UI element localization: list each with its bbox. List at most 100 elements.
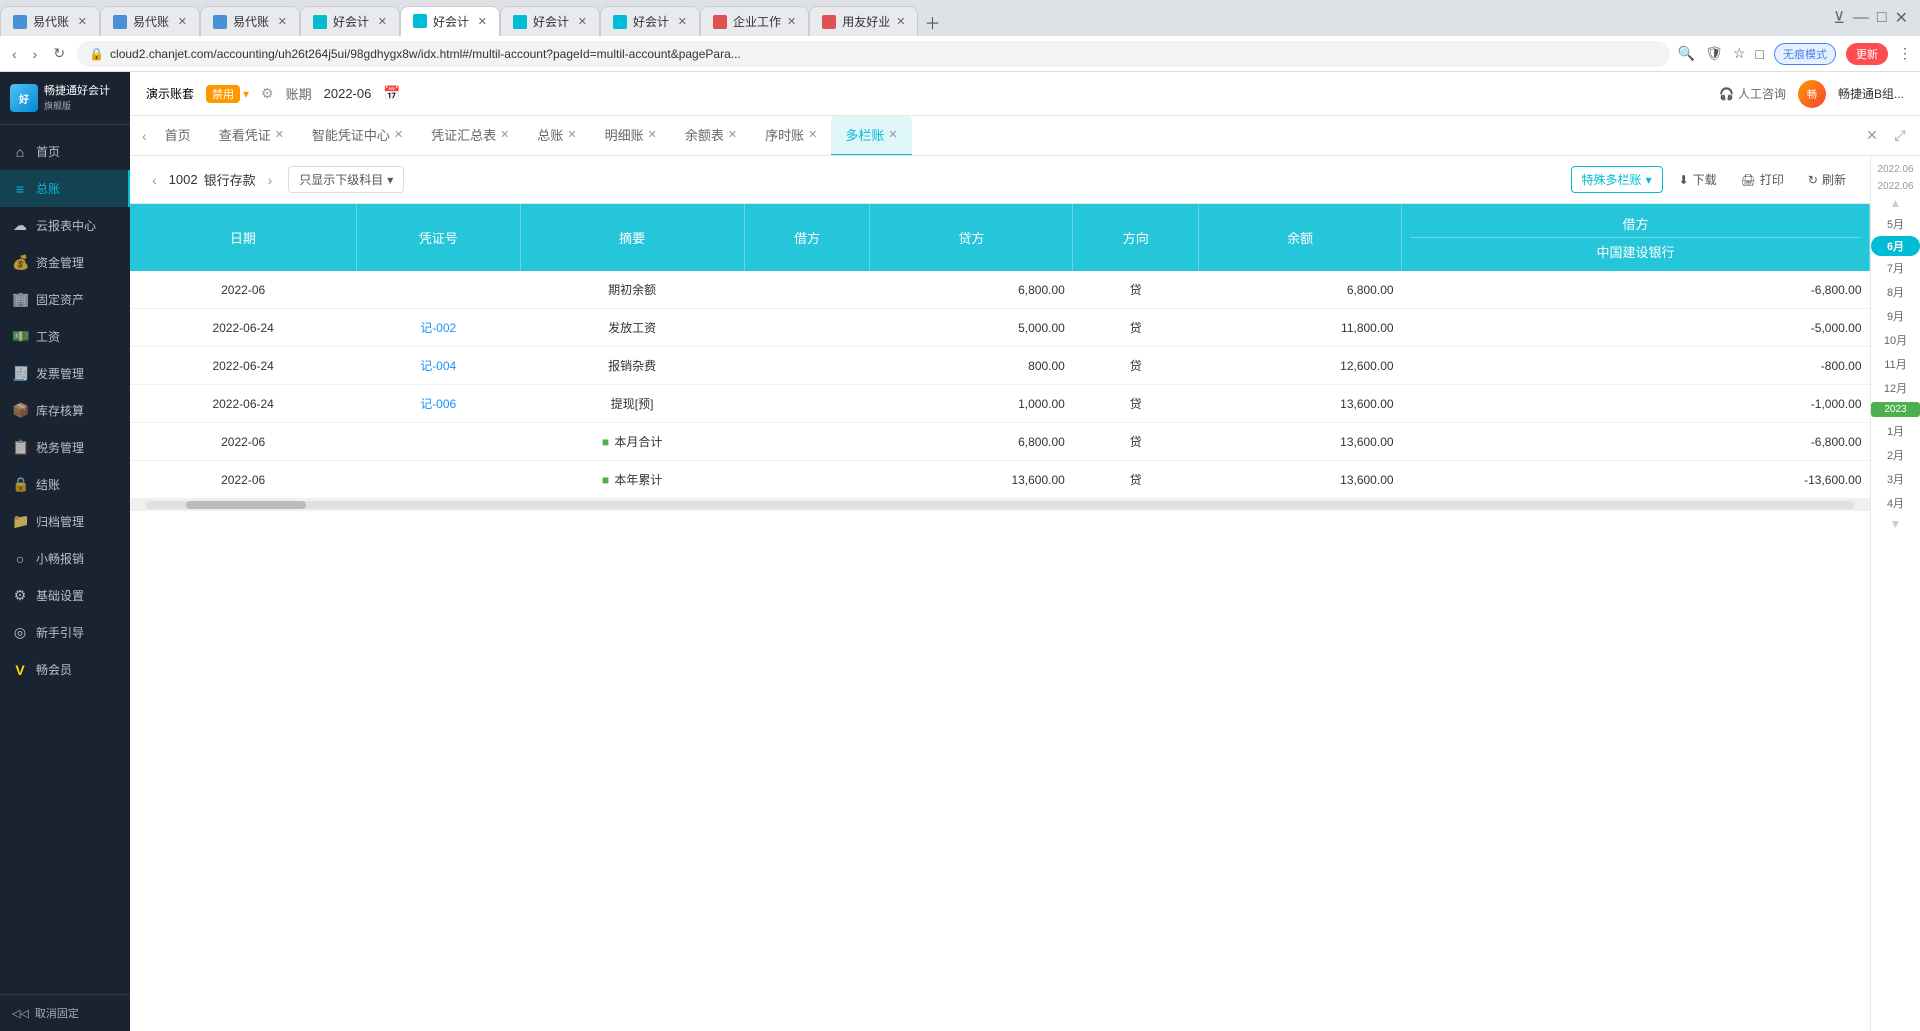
tab-area-expand-button[interactable]: ⤢ xyxy=(1888,124,1912,148)
tab-close-9[interactable]: ✕ xyxy=(896,15,905,28)
browser-tab-6[interactable]: 好会计 ✕ xyxy=(500,6,600,36)
tab-close-1[interactable]: ✕ xyxy=(78,15,87,28)
tab-general-ledger[interactable]: 总账 ✕ xyxy=(523,116,590,156)
browser-tab-2[interactable]: 易代账 ✕ xyxy=(100,6,200,36)
show-sub-button[interactable]: 只显示下级科目 ▾ xyxy=(288,166,404,193)
forward-button[interactable]: › xyxy=(29,44,42,64)
update-button[interactable]: 更新 xyxy=(1846,43,1888,65)
sidebar-item-closing[interactable]: 🔒 结账 xyxy=(0,466,130,503)
download-button[interactable]: ⬇ 下载 xyxy=(1671,167,1725,192)
browser-tab-9[interactable]: 用友好业 ✕ xyxy=(809,6,918,36)
tab-nav-prev[interactable]: ‹ xyxy=(138,128,151,144)
voucher-link-4[interactable]: 记-006 xyxy=(420,397,456,411)
tab-close-3[interactable]: ✕ xyxy=(278,15,287,28)
minimize-button[interactable]: — xyxy=(1853,9,1869,27)
sidebar-item-salary[interactable]: 💵 工资 xyxy=(0,318,130,355)
tab-close-2[interactable]: ✕ xyxy=(178,15,187,28)
refresh-button[interactable]: ↻ 刷新 xyxy=(1800,167,1854,192)
back-button[interactable]: ‹ xyxy=(8,44,21,64)
tab-detail-ledger[interactable]: 明细账 ✕ xyxy=(591,116,671,156)
sidebar-item-guide[interactable]: ◎ 新手引导 xyxy=(0,614,130,651)
sidebar-item-member[interactable]: V 畅会员 xyxy=(0,651,130,688)
voucher-link-3[interactable]: 记-004 xyxy=(420,359,456,373)
url-input[interactable]: 🔒 cloud2.chanjet.com/accounting/uh26t264… xyxy=(77,41,1670,67)
no-trace-label[interactable]: 无痕模式 xyxy=(1774,43,1836,65)
sidebar-item-tax[interactable]: 📋 税务管理 xyxy=(0,429,130,466)
new-tab-button[interactable]: ＋ xyxy=(918,8,946,36)
unpin-button[interactable]: ◁◁ 取消固定 xyxy=(12,1005,118,1021)
sidebar-item-invoice[interactable]: 🧾 发票管理 xyxy=(0,355,130,392)
browser-tab-8[interactable]: 企业工作 ✕ xyxy=(700,6,809,36)
timeline-month-2023-4[interactable]: 4月 xyxy=(1871,491,1920,515)
settings-gear-icon[interactable]: ⚙ xyxy=(261,85,274,102)
timeline-month-12[interactable]: 12月 xyxy=(1871,376,1920,400)
sidebar-item-cloud-report[interactable]: ☁ 云报表中心 xyxy=(0,207,130,244)
timeline-month-2023-2[interactable]: 2月 xyxy=(1871,443,1920,467)
timeline-month-2023-1[interactable]: 1月 xyxy=(1871,419,1920,443)
tab-general-close[interactable]: ✕ xyxy=(567,128,576,141)
tab-list-button[interactable]: ⊻ xyxy=(1833,8,1845,28)
tab-close-4[interactable]: ✕ xyxy=(378,15,387,28)
sidebar-item-fixed-assets[interactable]: 🏢 固定资产 xyxy=(0,281,130,318)
close-window-button[interactable]: ✕ xyxy=(1895,8,1908,28)
horizontal-scrollbar[interactable] xyxy=(130,499,1870,511)
tab-smart-voucher[interactable]: 智能凭证中心 ✕ xyxy=(298,116,417,156)
tab-close-8[interactable]: ✕ xyxy=(787,15,796,28)
shield-icon[interactable]: 🛡 xyxy=(1705,45,1723,62)
scrollbar-thumb[interactable] xyxy=(186,501,306,509)
timeline-month-8[interactable]: 8月 xyxy=(1871,280,1920,304)
tab-voucher-view[interactable]: 查看凭证 ✕ xyxy=(205,116,298,156)
tab-area-close-button[interactable]: ✕ xyxy=(1860,124,1884,148)
tab-balance-table[interactable]: 余额表 ✕ xyxy=(671,116,751,156)
browser-tab-4[interactable]: 好会计 ✕ xyxy=(300,6,400,36)
tab-multi-column[interactable]: 多栏账 ✕ xyxy=(831,116,911,156)
timeline-month-7[interactable]: 7月 xyxy=(1871,256,1920,280)
sidebar-item-inventory[interactable]: 📦 库存核算 xyxy=(0,392,130,429)
timeline-month-9[interactable]: 9月 xyxy=(1871,304,1920,328)
tab-detail-close[interactable]: ✕ xyxy=(648,128,657,141)
sidebar-item-home[interactable]: ⌂ 首页 xyxy=(0,133,130,170)
tab-voucher-summary-close[interactable]: ✕ xyxy=(500,128,509,141)
timeline-month-10[interactable]: 10月 xyxy=(1871,328,1920,352)
browser-tab-7[interactable]: 好会计 ✕ xyxy=(600,6,700,36)
tab-close-6[interactable]: ✕ xyxy=(578,15,587,28)
sidebar-item-settings[interactable]: ⚙ 基础设置 xyxy=(0,577,130,614)
multi-col-button[interactable]: 特殊多栏账 ▾ xyxy=(1571,166,1663,193)
subject-next-button[interactable]: › xyxy=(262,170,279,190)
account-badge-dropdown[interactable]: 禁用 ▾ xyxy=(206,85,249,103)
print-button[interactable]: 🖨 打印 xyxy=(1733,167,1792,192)
tab-home[interactable]: 首页 xyxy=(151,116,205,156)
maximize-button[interactable]: □ xyxy=(1877,9,1887,27)
calendar-icon[interactable]: 📅 xyxy=(383,85,400,102)
tab-close-7[interactable]: ✕ xyxy=(678,15,687,28)
timeline-month-11[interactable]: 11月 xyxy=(1871,352,1920,376)
tab-balance-close[interactable]: ✕ xyxy=(728,128,737,141)
sidebar-item-fund[interactable]: 💰 资金管理 xyxy=(0,244,130,281)
timeline-scroll-up[interactable]: ▲ xyxy=(1888,194,1904,212)
tab-smart-voucher-close[interactable]: ✕ xyxy=(394,128,403,141)
timeline-month-6[interactable]: 6月 xyxy=(1871,236,1920,256)
timeline-month-5[interactable]: 5月 xyxy=(1871,212,1920,236)
browser-tab-3[interactable]: 易代账 ✕ xyxy=(200,6,300,36)
tab-voucher-view-close[interactable]: ✕ xyxy=(275,128,284,141)
tab-close-5[interactable]: ✕ xyxy=(478,15,487,28)
browser-tab-1[interactable]: 易代账 ✕ xyxy=(0,6,100,36)
tab-voucher-summary[interactable]: 凭证汇总表 ✕ xyxy=(417,116,523,156)
sidebar-item-archive[interactable]: 📁 归档管理 xyxy=(0,503,130,540)
menu-icon[interactable]: ⋮ xyxy=(1898,45,1912,62)
timeline-month-2023-3[interactable]: 3月 xyxy=(1871,467,1920,491)
voucher-link-2[interactable]: 记-002 xyxy=(420,321,456,335)
refresh-page-button[interactable]: ↻ xyxy=(49,43,69,64)
sidebar-item-expense[interactable]: ○ 小畅报销 xyxy=(0,540,130,577)
tab-journal[interactable]: 序时账 ✕ xyxy=(751,116,831,156)
subject-prev-button[interactable]: ‹ xyxy=(146,170,163,190)
consultant-button[interactable]: 🎧 人工咨询 xyxy=(1719,85,1786,102)
browser-extension-icon[interactable]: □ xyxy=(1756,46,1764,62)
tab-journal-close[interactable]: ✕ xyxy=(808,128,817,141)
timeline-scroll-down[interactable]: ▼ xyxy=(1888,515,1904,533)
browser-tab-5[interactable]: 好会计 ✕ xyxy=(400,6,500,36)
sidebar-item-ledger[interactable]: ≡ 总账 xyxy=(0,170,130,207)
tab-multi-column-close[interactable]: ✕ xyxy=(888,128,897,141)
search-icon[interactable]: 🔍 xyxy=(1678,45,1695,62)
star-icon[interactable]: ☆ xyxy=(1733,45,1746,62)
